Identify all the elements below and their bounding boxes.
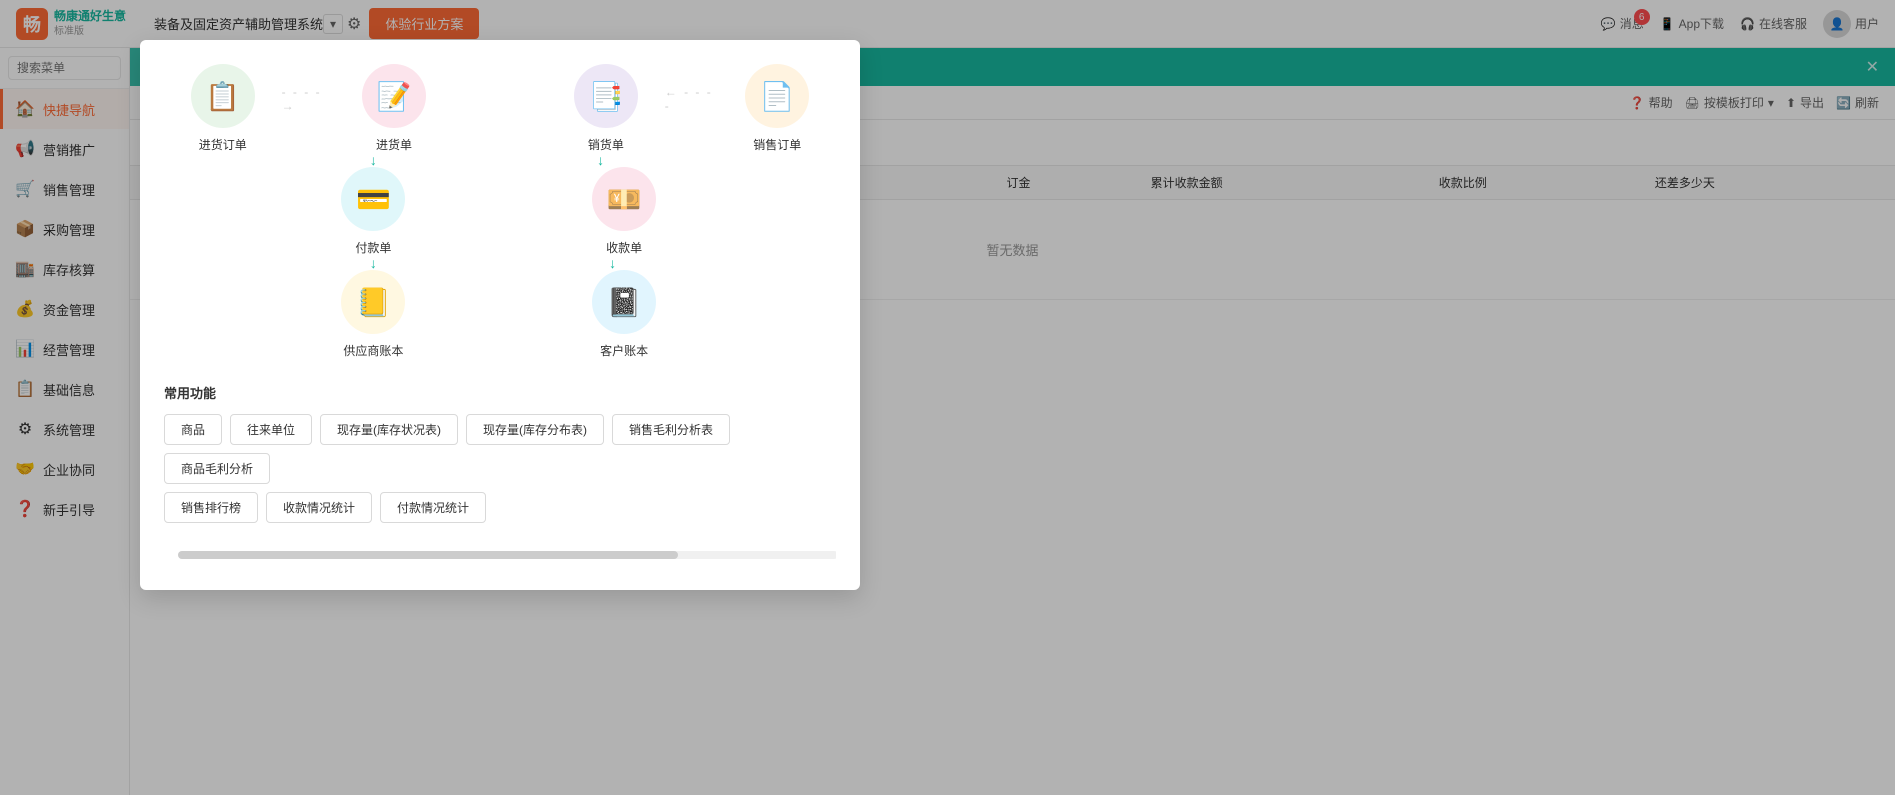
flow-node-supplier-ledger[interactable]: 📒 供应商账本	[308, 270, 438, 359]
func-btn-sales-rank[interactable]: 销售排行榜	[164, 492, 258, 523]
func-btn-stock-dist[interactable]: 现存量(库存分布表)	[466, 414, 604, 445]
payment-bill-circle: 💳	[341, 167, 405, 231]
func-btn-counterpart[interactable]: 往来单位	[230, 414, 312, 445]
scrollbar-thumb[interactable]	[178, 551, 678, 559]
supplier-ledger-circle: 📒	[341, 270, 405, 334]
flow-node-payment-bill[interactable]: 💳 付款单	[308, 167, 438, 256]
purchase-order-circle: 📋	[191, 64, 255, 128]
modal-scrollbar[interactable]: ‹ ›	[164, 547, 836, 567]
purchase-bill-circle: 📝	[362, 64, 426, 128]
common-functions-title: 常用功能	[164, 383, 836, 402]
receipt-bill-circle: 💴	[592, 167, 656, 231]
supplier-ledger-label: 供应商账本	[343, 342, 403, 359]
sales-bill-circle: 📑	[574, 64, 638, 128]
flow-section: 📋 进货订单 - - - - → 📝	[164, 64, 836, 359]
func-btn-product-gross[interactable]: 商品毛利分析	[164, 453, 270, 484]
customer-ledger-label: 客户账本	[600, 342, 648, 359]
modal-overlay[interactable]: 📋 进货订单 - - - - → 📝	[130, 48, 1895, 795]
receipt-bill-label: 收款单	[606, 239, 642, 256]
purchase-bill-label: 进货单	[376, 136, 412, 153]
customer-ledger-circle: 📓	[592, 270, 656, 334]
content-area: 首页 销售订单执行表 ✕ ✕ ❓ 帮助 🖨 按模板打印 ▾	[130, 48, 1895, 795]
main-layout: 🏠 快捷导航 📢 营销推广 🛒 销售管理 📦 采购管理 🏬 库存核算 💰	[0, 48, 1895, 795]
modal-box: 📋 进货订单 - - - - → 📝	[140, 48, 860, 590]
common-functions-section: 常用功能 商品 往来单位 现存量(库存状况表) 现存量(库存分布表) 销售毛利分…	[164, 383, 836, 523]
func-btn-product[interactable]: 商品	[164, 414, 222, 445]
flow-node-purchase-bill[interactable]: 📝 进货单	[335, 64, 453, 153]
common-functions-row1: 商品 往来单位 现存量(库存状况表) 现存量(库存分布表) 销售毛利分析表 商品…	[164, 414, 836, 484]
func-btn-sales-gross[interactable]: 销售毛利分析表	[612, 414, 730, 445]
flow-node-customer-ledger[interactable]: 📓 客户账本	[559, 270, 689, 359]
sales-order-label: 销售订单	[753, 136, 801, 153]
flow-node-purchase-order[interactable]: 📋 进货订单	[164, 64, 282, 153]
flow-node-receipt-bill[interactable]: 💴 收款单	[559, 167, 689, 256]
purchase-order-label: 进货订单	[199, 136, 247, 153]
func-btn-receipt-stats[interactable]: 收款情况统计	[266, 492, 372, 523]
payment-bill-label: 付款单	[355, 239, 391, 256]
func-btn-stock-status[interactable]: 现存量(库存状况表)	[320, 414, 458, 445]
flow-node-sales-bill[interactable]: 📑 销货单	[547, 64, 665, 153]
flow-node-sales-order[interactable]: 📄 销售订单	[718, 64, 836, 153]
sales-order-circle: 📄	[745, 64, 809, 128]
sales-bill-label: 销货单	[588, 136, 624, 153]
scrollbar-track	[178, 551, 836, 559]
func-btn-payment-stats[interactable]: 付款情况统计	[380, 492, 486, 523]
common-functions-row2: 销售排行榜 收款情况统计 付款情况统计	[164, 492, 836, 523]
